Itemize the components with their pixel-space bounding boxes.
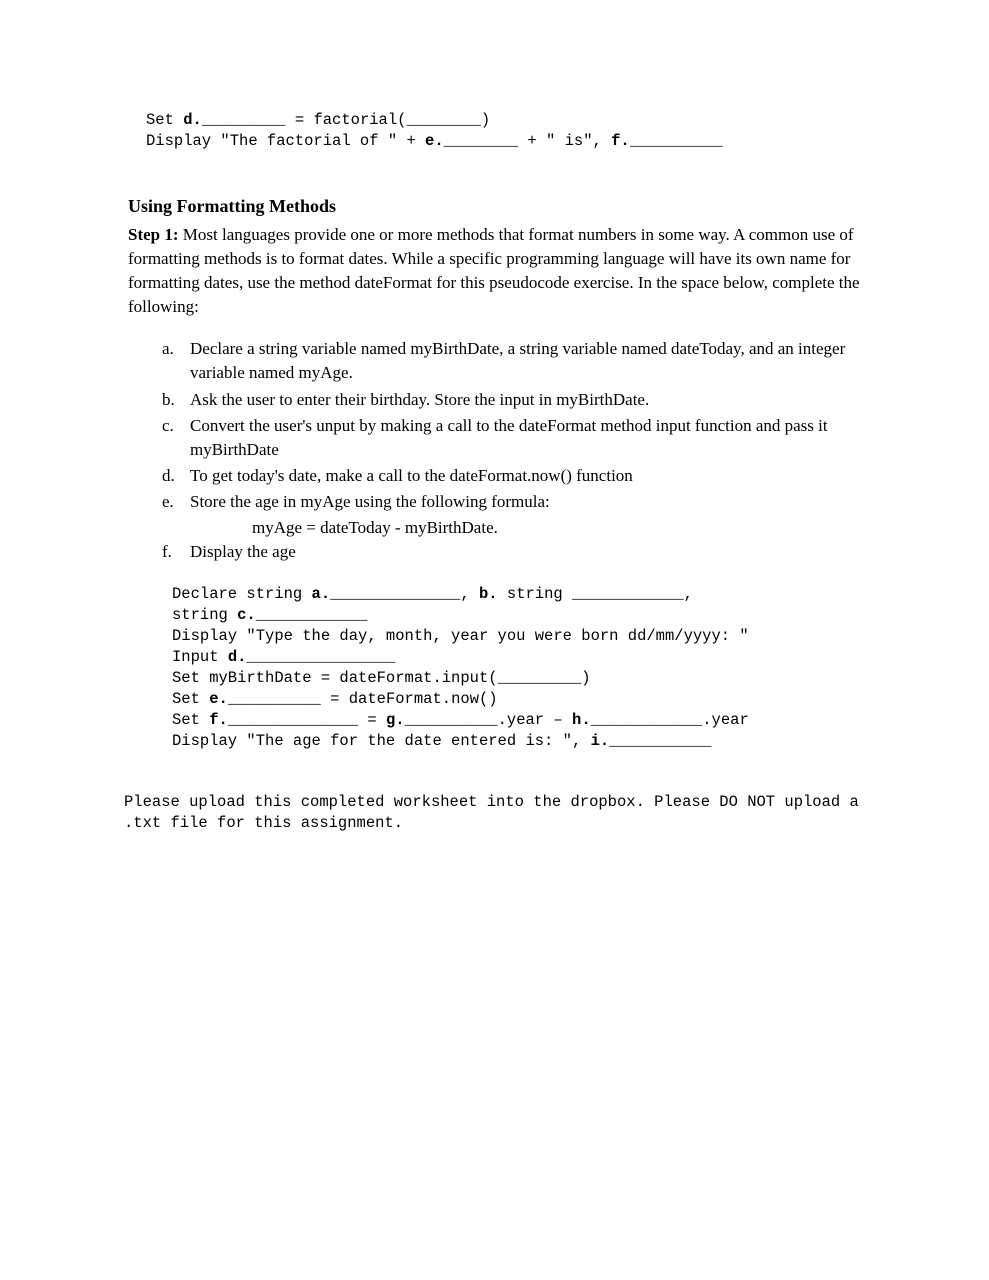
code-snippet-factorial: Set d._________ = factorial(________) Di… bbox=[146, 110, 869, 152]
step-label: Step 1: bbox=[128, 225, 179, 244]
code-line: Display "Type the day, month, year you w… bbox=[172, 626, 869, 647]
list-item-f: f. Display the age bbox=[162, 540, 869, 564]
code-line: Display "The age for the date entered is… bbox=[172, 731, 869, 752]
code-line: Set f.______________ = g.__________.year… bbox=[172, 710, 869, 731]
instruction-list: a. Declare a string variable named myBir… bbox=[162, 337, 869, 564]
code-line: Input d.________________ bbox=[172, 647, 869, 668]
code-line: Set myBirthDate = dateFormat.input(_____… bbox=[172, 668, 869, 689]
code-line: Declare string a.______________, b. stri… bbox=[172, 584, 869, 605]
code-snippet-dateformat: Declare string a.______________, b. stri… bbox=[172, 584, 869, 751]
list-item-d: d. To get today's date, make a call to t… bbox=[162, 464, 869, 488]
code-line: Set d._________ = factorial(________) bbox=[146, 110, 869, 131]
document-page: Set d._________ = factorial(________) Di… bbox=[0, 0, 989, 954]
step1-paragraph: Step 1: Most languages provide one or mo… bbox=[128, 223, 869, 320]
upload-instruction: Please upload this completed worksheet i… bbox=[124, 792, 869, 834]
formula-line: myAge = dateToday - myBirthDate. bbox=[252, 516, 869, 540]
code-line: Set e.__________ = dateFormat.now() bbox=[172, 689, 869, 710]
code-line: Display "The factorial of " + e.________… bbox=[146, 131, 869, 152]
step-text: Most languages provide one or more metho… bbox=[128, 225, 860, 316]
list-item-c: c. Convert the user's unput by making a … bbox=[162, 414, 869, 462]
section-heading: Using Formatting Methods bbox=[128, 196, 869, 217]
list-item-e: e. Store the age in myAge using the foll… bbox=[162, 490, 869, 514]
list-item-a: a. Declare a string variable named myBir… bbox=[162, 337, 869, 385]
code-line: string c.____________ bbox=[172, 605, 869, 626]
list-item-b: b. Ask the user to enter their birthday.… bbox=[162, 388, 869, 412]
